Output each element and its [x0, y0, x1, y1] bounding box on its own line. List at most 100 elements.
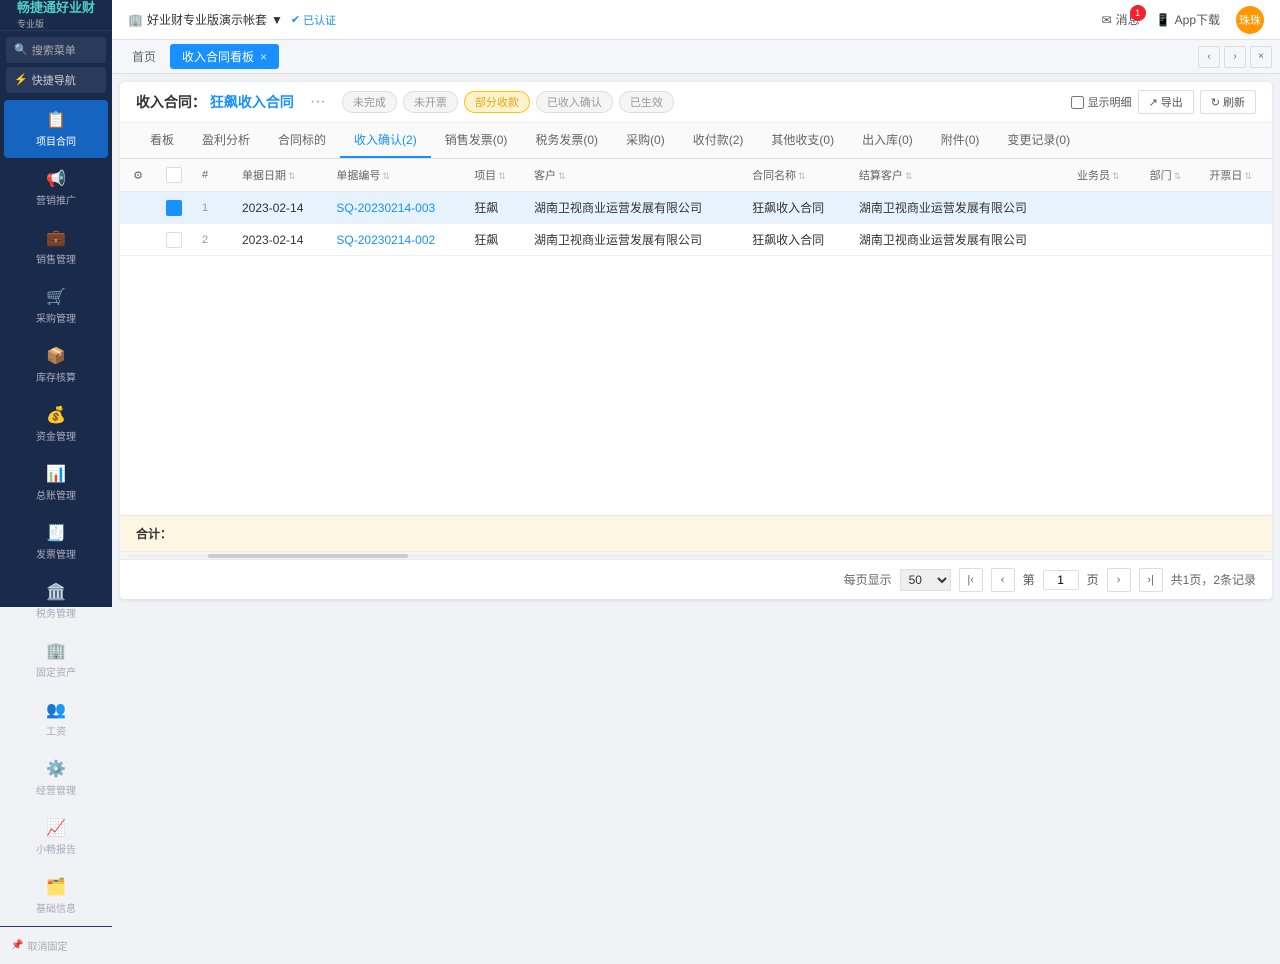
project-sort-icon[interactable]: ⇅ — [498, 171, 506, 181]
next-page-button[interactable]: › — [1107, 568, 1131, 592]
page-number-input[interactable] — [1043, 570, 1079, 590]
sidebar-item-ops[interactable]: ⚙️ 经营管理 — [4, 749, 108, 807]
invoice-icon: 🧾 — [46, 523, 66, 543]
refresh-button[interactable]: ↻ 刷新 — [1200, 90, 1256, 114]
more-options-icon[interactable]: ··· — [310, 93, 326, 111]
sidebar-item-sales[interactable]: 💼 销售管理 — [4, 218, 108, 276]
show-detail-input[interactable] — [1071, 96, 1084, 109]
assets-label: 固定资产 — [36, 664, 76, 679]
docno-sort-icon[interactable]: ⇅ — [382, 171, 390, 181]
customer-sort-icon[interactable]: ⇅ — [558, 171, 566, 181]
tab-home[interactable]: 首页 — [120, 44, 168, 69]
user-avatar[interactable]: 珠珠 — [1236, 6, 1264, 34]
row-invoice-date-0 — [1199, 192, 1272, 224]
sidebar-item-hr[interactable]: 👥 工资 — [4, 690, 108, 748]
sidebar-item-funds[interactable]: 💰 资金管理 — [4, 395, 108, 453]
general-label: 总账管理 — [36, 487, 76, 502]
status-btn-0[interactable]: 未完成 — [342, 91, 397, 113]
search-menu-button[interactable]: 🔍 搜索菜单 — [6, 37, 106, 63]
sidebar-item-project[interactable]: 📋 项目合同 — [4, 100, 108, 158]
first-page-button[interactable]: |‹ — [959, 568, 983, 592]
dept-column-header: 部门⇅ — [1140, 159, 1200, 192]
app-download-button[interactable]: 📱 App下载 — [1156, 11, 1220, 28]
export-button[interactable]: ↗ 导出 — [1138, 90, 1194, 114]
row-checkbox-0[interactable] — [156, 192, 192, 224]
tab-income-contract[interactable]: 收入合同看板 × — [170, 44, 279, 69]
settle-sort-icon[interactable]: ⇅ — [905, 171, 913, 181]
table-header: ⚙ # 单据日期⇅ 单据编号⇅ 项目⇅ 客户⇅ 合同名称⇅ 结算客户⇅ 业务员⇅ — [120, 159, 1272, 192]
row-project-0: 狂飙 — [464, 192, 524, 224]
sub-tab-4[interactable]: 销售发票(0) — [431, 123, 522, 158]
sub-tab-7[interactable]: 收付款(2) — [679, 123, 758, 158]
settings-col-icon[interactable]: ⚙ — [133, 170, 143, 182]
status-buttons: 未完成未开票部分收款已收入确认已生效 — [342, 91, 674, 113]
row-docno-1[interactable]: SQ-20230214-002 — [326, 224, 464, 256]
sidebar: 畅捷通好业财 专业版 🔍 搜索菜单 ⚡ 快捷导航 📋 项目合同 📢 营销推广 💼… — [0, 0, 112, 607]
row-num-1: 2 — [192, 224, 232, 256]
project-label: 项目合同 — [36, 133, 76, 148]
tab-next-button[interactable]: › — [1224, 46, 1246, 68]
sidebar-item-general[interactable]: 📊 总账管理 — [4, 454, 108, 512]
row-docno-0[interactable]: SQ-20230214-003 — [326, 192, 464, 224]
tab-prev-button[interactable]: ‹ — [1198, 46, 1220, 68]
sidebar-item-reports[interactable]: 📈 小畅报告 — [4, 808, 108, 866]
contract-sort-icon[interactable]: ⇅ — [798, 171, 806, 181]
sub-tab-2[interactable]: 合同标的 — [264, 123, 340, 158]
hr-icon: 👥 — [46, 700, 66, 720]
ops-label: 经营管理 — [36, 782, 76, 797]
sub-tab-11[interactable]: 变更记录(0) — [993, 123, 1084, 158]
sidebar-item-assets[interactable]: 🏢 固定资产 — [4, 631, 108, 689]
status-btn-2[interactable]: 部分收款 — [464, 91, 530, 113]
sub-tab-6[interactable]: 采购(0) — [612, 123, 679, 158]
sub-tab-10[interactable]: 附件(0) — [927, 123, 994, 158]
message-button[interactable]: ✉ 消息 1 — [1102, 11, 1140, 28]
status-btn-1[interactable]: 未开票 — [403, 91, 458, 113]
dept-sort-icon[interactable]: ⇅ — [1174, 171, 1182, 181]
tab-close-icon[interactable]: × — [260, 50, 267, 64]
row-project-1: 狂飙 — [464, 224, 524, 256]
certified-label: 已认证 — [303, 12, 336, 28]
marketing-icon: 📢 — [46, 169, 66, 189]
show-detail-checkbox[interactable]: 显示明细 — [1071, 94, 1132, 110]
export-icon: ↗ — [1149, 96, 1158, 109]
row-date-1: 2023-02-14 — [232, 224, 326, 256]
sub-tab-9[interactable]: 出入库(0) — [848, 123, 927, 158]
status-btn-4[interactable]: 已生效 — [619, 91, 674, 113]
date-sort-icon[interactable]: ⇅ — [288, 171, 296, 181]
tabbar-navigation: ‹ › × — [1198, 46, 1272, 68]
sub-tab-8[interactable]: 其他收支(0) — [757, 123, 848, 158]
sidebar-item-marketing[interactable]: 📢 营销推广 — [4, 159, 108, 217]
scroll-thumb[interactable] — [208, 554, 408, 558]
message-badge: 1 — [1130, 5, 1146, 21]
topbar-left: 🏢 好业财专业版演示帐套 ▼ ✔ 已认证 — [128, 11, 336, 28]
status-btn-3[interactable]: 已收入确认 — [536, 91, 613, 113]
last-page-button[interactable]: ›| — [1139, 568, 1163, 592]
per-page-select[interactable]: 50 20 100 200 — [900, 569, 951, 591]
quick-nav-button[interactable]: ⚡ 快捷导航 — [6, 67, 106, 93]
select-all-checkbox[interactable] — [166, 167, 182, 183]
sidebar-item-tax[interactable]: 🏛️ 税务管理 — [4, 572, 108, 630]
chevron-down-icon: ▼ — [271, 13, 283, 27]
app-download-label: App下载 — [1175, 11, 1220, 28]
tax-icon: 🏛️ — [46, 582, 66, 602]
sub-tab-3[interactable]: 收入确认(2) — [340, 123, 431, 158]
sidebar-bottom: 📌 取消固定 — [0, 926, 112, 964]
sub-tab-5[interactable]: 税务发票(0) — [521, 123, 612, 158]
row-customer-1: 湖南卫视商业运营发展有限公司 — [524, 224, 742, 256]
tab-close-all-button[interactable]: × — [1250, 46, 1272, 68]
prev-page-button[interactable]: ‹ — [991, 568, 1015, 592]
row-checkbox-1[interactable] — [156, 224, 192, 256]
sidebar-item-invoice[interactable]: 🧾 发票管理 — [4, 513, 108, 571]
sidebar-item-purchase[interactable]: 🛒 采购管理 — [4, 277, 108, 335]
sub-tab-0[interactable]: 看板 — [136, 123, 188, 158]
sidebar-item-basics[interactable]: 🗂️ 基础信息 — [4, 867, 108, 925]
refresh-label: 刷新 — [1223, 94, 1245, 110]
sub-tab-1[interactable]: 盈利分析 — [188, 123, 264, 158]
salesperson-sort-icon[interactable]: ⇅ — [1112, 171, 1120, 181]
unpin-button[interactable]: 📌 取消固定 — [6, 933, 106, 958]
per-page-label: 每页显示 — [844, 571, 892, 588]
company-selector[interactable]: 🏢 好业财专业版演示帐套 ▼ — [128, 11, 283, 28]
total-label: 合计： — [136, 525, 172, 542]
sidebar-item-inventory[interactable]: 📦 库存核算 — [4, 336, 108, 394]
invoicedate-sort-icon[interactable]: ⇅ — [1244, 171, 1252, 181]
